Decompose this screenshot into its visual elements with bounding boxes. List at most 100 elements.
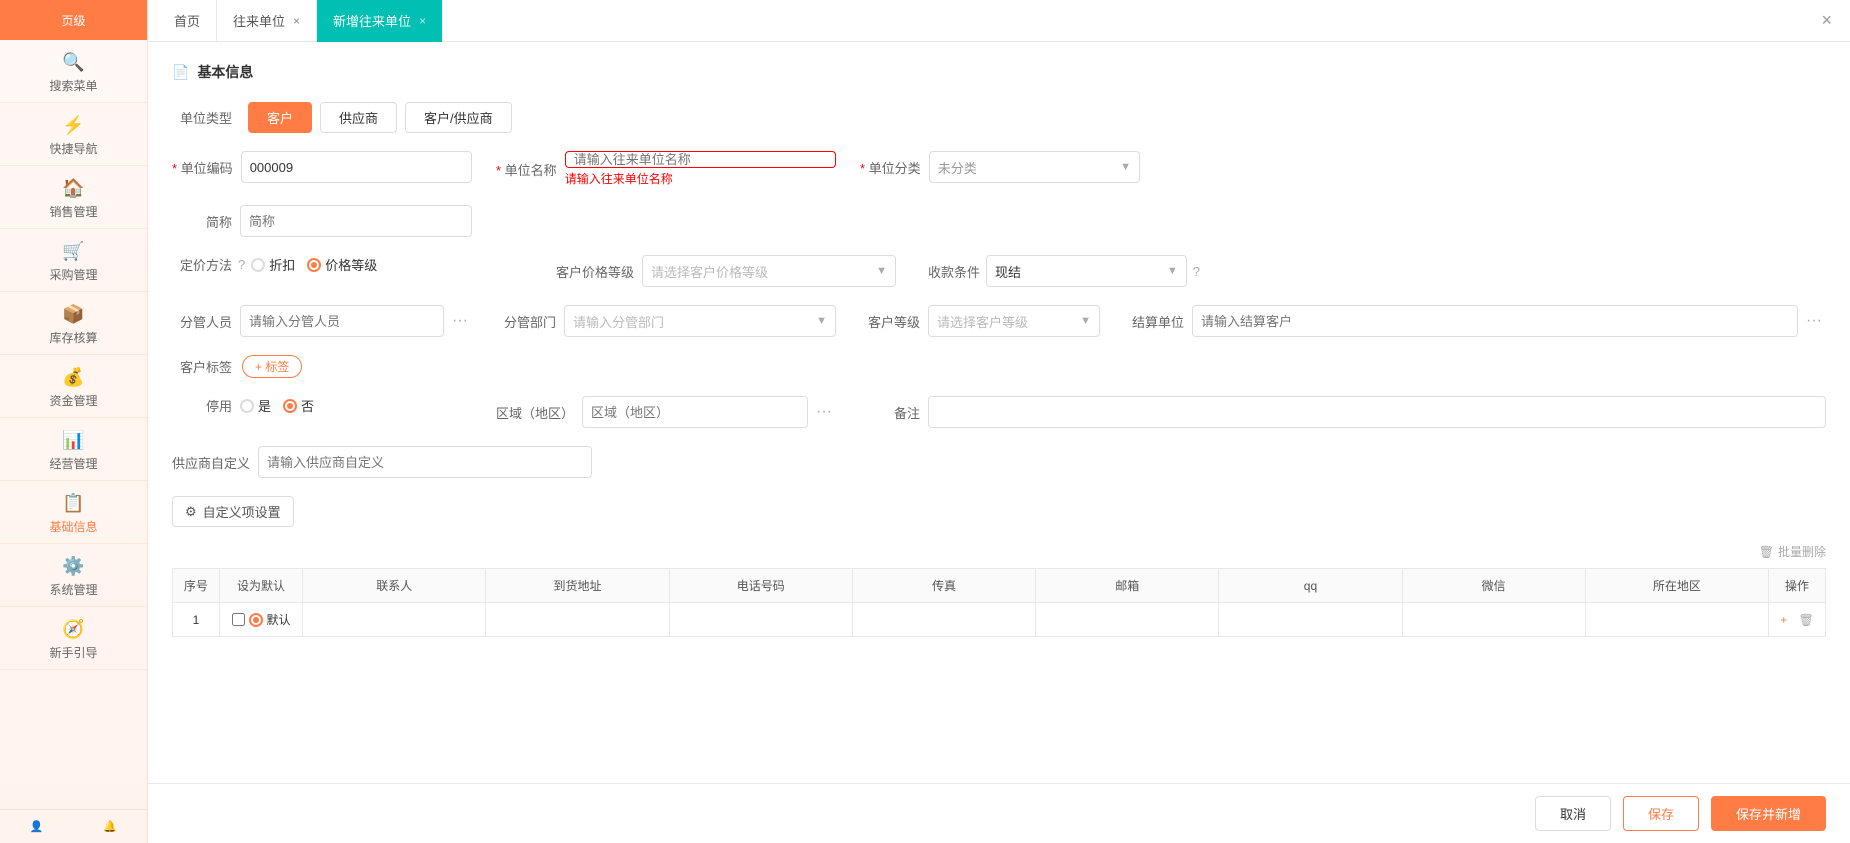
col-address: 到货地址 bbox=[486, 569, 669, 603]
main-area: 首页 往来单位 × 新增往来单位 × × 📄 基本信息 单位类型 客户 供应商 … bbox=[148, 0, 1850, 843]
cancel-button[interactable]: 取消 bbox=[1535, 796, 1611, 831]
customer-level-field: 客户等级 请选择客户等级 ▼ bbox=[860, 305, 1100, 337]
disabled-radio-no[interactable]: 否 bbox=[283, 396, 314, 415]
close-partners-tab[interactable]: × bbox=[293, 14, 300, 28]
region-more-btn[interactable]: ··· bbox=[812, 403, 836, 421]
customer-level-arrow: ▼ bbox=[1080, 315, 1091, 327]
remark-input[interactable] bbox=[928, 396, 1826, 428]
manager-more-btn[interactable]: ··· bbox=[448, 312, 472, 330]
col-region: 所在地区 bbox=[1585, 569, 1768, 603]
save-and-add-button[interactable]: 保存并新增 bbox=[1711, 796, 1826, 831]
cell-wechat[interactable] bbox=[1402, 603, 1585, 637]
cell-region[interactable] bbox=[1585, 603, 1768, 637]
disabled-label: 停用 bbox=[172, 396, 232, 415]
row-delete-btn[interactable]: 🗑 bbox=[1799, 613, 1814, 627]
pricing-radio-price-level[interactable]: 价格等级 bbox=[307, 255, 377, 274]
department-select[interactable]: 请输入分管部门 ▼ bbox=[564, 305, 836, 337]
tab-new-partner[interactable]: 新增往来单位 × bbox=[317, 0, 443, 42]
settlement-unit-input[interactable] bbox=[1192, 305, 1798, 337]
sidebar-item-label: 基础信息 bbox=[49, 518, 97, 535]
unit-category-select[interactable]: 未分类 ▼ bbox=[929, 151, 1140, 183]
sidebar: 页级 🔍 搜索菜单 ⚡ 快捷导航 🏠 销售管理 🛒 采购管理 📦 库存核算 💰 … bbox=[0, 0, 148, 843]
unit-code-label: 单位编码 bbox=[172, 158, 233, 177]
batch-delete-button[interactable]: 🗑 批量删除 bbox=[1759, 543, 1826, 560]
customer-tag-row: 客户标签 + 标签 bbox=[172, 355, 1826, 378]
close-new-partner-tab[interactable]: × bbox=[419, 14, 426, 28]
contact-input[interactable] bbox=[313, 613, 475, 627]
sidebar-item-operations[interactable]: 📊 经营管理 bbox=[0, 418, 147, 481]
tab-partners[interactable]: 往来单位 × bbox=[217, 0, 317, 42]
type-btn-customer[interactable]: 客户 bbox=[248, 102, 312, 133]
sidebar-item-basic-info[interactable]: 📋 基础信息 bbox=[0, 481, 147, 544]
table-row: 1 默认 bbox=[173, 603, 1826, 637]
payment-terms-label: 收款条件 bbox=[920, 262, 980, 281]
save-button[interactable]: 保存 bbox=[1623, 796, 1699, 831]
default-radio[interactable]: 默认 bbox=[249, 611, 291, 628]
form-content: 📄 基本信息 单位类型 客户 供应商 客户/供应商 单位编码 单位名称 bbox=[148, 42, 1850, 783]
col-email: 邮箱 bbox=[1036, 569, 1219, 603]
pricing-help-icon[interactable]: ? bbox=[238, 257, 245, 272]
table-header: 🗑 批量删除 bbox=[172, 539, 1826, 564]
col-action: 操作 bbox=[1769, 569, 1826, 603]
supplier-custom-input[interactable] bbox=[258, 446, 592, 478]
disabled-field: 停用 是 否 bbox=[172, 396, 472, 415]
cell-contact[interactable] bbox=[303, 603, 486, 637]
cell-qq[interactable] bbox=[1219, 603, 1402, 637]
sidebar-item-quick-nav[interactable]: ⚡ 快捷导航 bbox=[0, 103, 147, 166]
customer-level-select[interactable]: 请选择客户等级 ▼ bbox=[928, 305, 1100, 337]
purchase-icon: 🛒 bbox=[62, 241, 84, 262]
disabled-no-circle bbox=[283, 399, 297, 413]
short-name-input[interactable] bbox=[240, 205, 472, 237]
settlement-more-btn[interactable]: ··· bbox=[1802, 312, 1826, 330]
sidebar-item-label: 库存核算 bbox=[49, 329, 97, 346]
type-btn-supplier[interactable]: 供应商 bbox=[320, 102, 397, 133]
bottom-table: 🗑 批量删除 序号 设为默认 联系人 到货地址 电话号码 传真 邮箱 qq bbox=[172, 539, 1826, 637]
sidebar-item-purchase[interactable]: 🛒 采购管理 bbox=[0, 229, 147, 292]
pricing-row: 定价方法 ? 折扣 价格等级 客户价格等级 请选择客户价格等级 bbox=[172, 255, 1826, 287]
tab-home[interactable]: 首页 bbox=[158, 0, 217, 42]
sidebar-item-sales[interactable]: 🏠 销售管理 bbox=[0, 166, 147, 229]
col-contact: 联系人 bbox=[303, 569, 486, 603]
payment-terms-select[interactable]: 现结 ▼ bbox=[986, 255, 1187, 287]
pricing-radio-discount-circle bbox=[251, 258, 265, 272]
qq-input[interactable] bbox=[1229, 613, 1391, 627]
region-input[interactable] bbox=[582, 396, 808, 428]
custom-settings-button[interactable]: ⚙ 自定义项设置 bbox=[172, 496, 294, 527]
search-menu-icon: 🔍 bbox=[62, 52, 84, 73]
disabled-radio-yes[interactable]: 是 bbox=[240, 396, 271, 415]
phone-input[interactable] bbox=[680, 613, 842, 627]
manager-input[interactable] bbox=[240, 305, 444, 337]
wechat-input[interactable] bbox=[1413, 613, 1575, 627]
sidebar-item-label: 资金管理 bbox=[49, 392, 97, 409]
sidebar-item-label: 采购管理 bbox=[49, 266, 97, 283]
system-icon: ⚙️ bbox=[62, 556, 84, 577]
payment-help-icon[interactable]: ? bbox=[1193, 264, 1200, 279]
pricing-radio-discount[interactable]: 折扣 bbox=[251, 255, 295, 274]
sidebar-user-avatar[interactable]: 👤 bbox=[30, 820, 44, 833]
close-all-tabs-button[interactable]: × bbox=[1813, 10, 1840, 31]
customer-price-select[interactable]: 请选择客户价格等级 ▼ bbox=[642, 255, 896, 287]
sidebar-bottom: 👤 🔔 bbox=[0, 809, 147, 843]
unit-code-input[interactable] bbox=[241, 151, 472, 183]
sidebar-notification[interactable]: 🔔 bbox=[103, 820, 117, 833]
sidebar-item-inventory[interactable]: 📦 库存核算 bbox=[0, 292, 147, 355]
sidebar-item-guide[interactable]: 🧭 新手引导 bbox=[0, 607, 147, 670]
add-tag-button[interactable]: + 标签 bbox=[242, 355, 302, 378]
cell-fax[interactable] bbox=[852, 603, 1035, 637]
cell-address[interactable] bbox=[486, 603, 669, 637]
sidebar-item-search[interactable]: 🔍 搜索菜单 bbox=[0, 40, 147, 103]
cell-email[interactable] bbox=[1036, 603, 1219, 637]
cell-action: + 🗑 bbox=[1769, 603, 1826, 637]
row-add-btn[interactable]: + bbox=[1780, 613, 1787, 627]
cell-phone[interactable] bbox=[669, 603, 852, 637]
type-btn-both[interactable]: 客户/供应商 bbox=[405, 102, 512, 133]
unit-category-field: 单位分类 未分类 ▼ bbox=[860, 151, 1140, 183]
address-input[interactable] bbox=[496, 613, 658, 627]
unit-name-input[interactable] bbox=[565, 151, 836, 168]
fax-input[interactable] bbox=[863, 613, 1025, 627]
row-region-input[interactable] bbox=[1596, 613, 1758, 627]
default-checkbox[interactable] bbox=[232, 613, 245, 626]
sidebar-item-system[interactable]: ⚙️ 系统管理 bbox=[0, 544, 147, 607]
email-input[interactable] bbox=[1046, 613, 1208, 627]
sidebar-item-finance[interactable]: 💰 资金管理 bbox=[0, 355, 147, 418]
